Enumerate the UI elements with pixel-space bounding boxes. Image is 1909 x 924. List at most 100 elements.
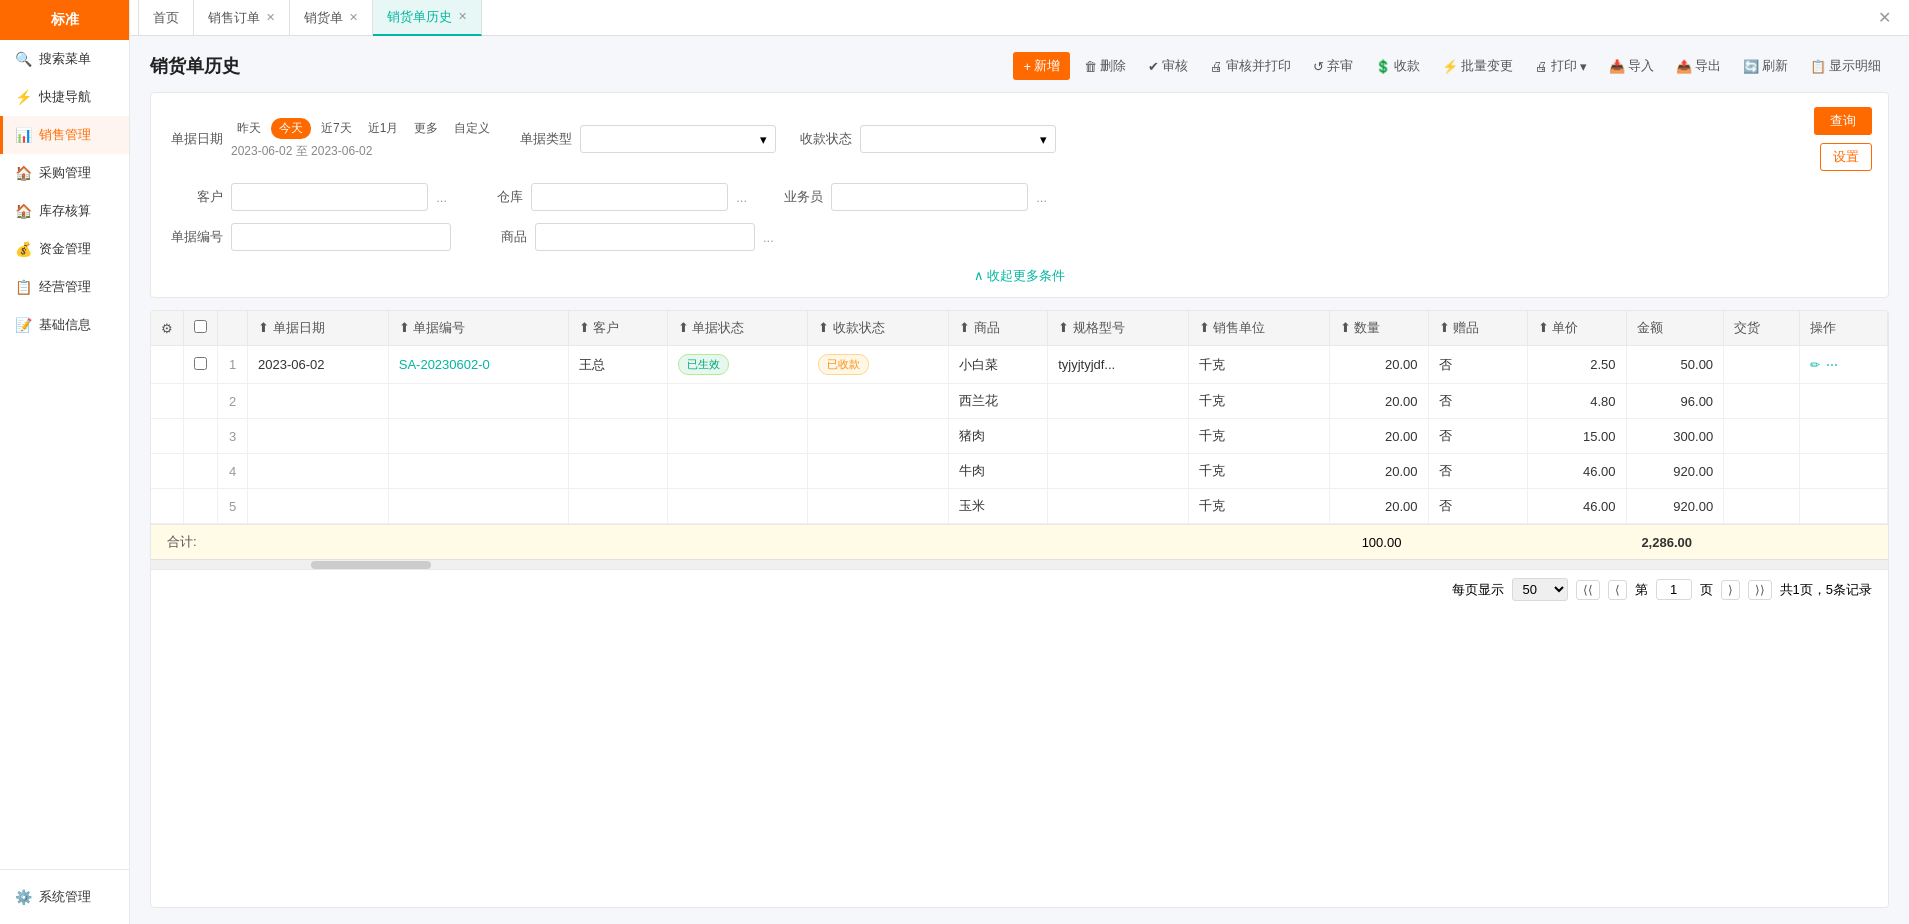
cell-checkbox[interactable] <box>184 384 218 419</box>
sidebar-item-basic-info[interactable]: 📝 基础信息 <box>0 306 129 344</box>
tab-home[interactable]: 首页 <box>138 0 194 36</box>
next-page-btn[interactable]: ⟩ <box>1721 580 1740 600</box>
filter-date: 单据日期 昨天 今天 近7天 近1月 更多 自定义 2023-06-02 至 2… <box>167 118 496 160</box>
cell-doc-status <box>667 419 808 454</box>
warehouse-more-btn[interactable]: ... <box>736 190 747 205</box>
delete-button[interactable]: 🗑 删除 <box>1076 53 1134 79</box>
print-button[interactable]: 🖨 打印 ▾ <box>1527 53 1595 79</box>
horizontal-scrollbar[interactable] <box>151 559 1888 569</box>
date-today-btn[interactable]: 今天 <box>271 118 311 139</box>
col-spec[interactable]: ⬆ 规格型号 <box>1048 311 1189 346</box>
col-doc-no[interactable]: ⬆ 单据编号 <box>388 311 568 346</box>
audit-print-icon: 🖨 <box>1210 59 1223 74</box>
sidebar-item-finance[interactable]: 💰 资金管理 <box>0 230 129 268</box>
export-button[interactable]: 📤 导出 <box>1668 53 1729 79</box>
audit-button[interactable]: ✔ 审核 <box>1140 53 1196 79</box>
col-price[interactable]: ⬆ 单价 <box>1527 311 1626 346</box>
cell-checkbox[interactable] <box>184 419 218 454</box>
tab-sales-history[interactable]: 销货单历史 ✕ <box>373 0 482 36</box>
prev-page-btn[interactable]: ⟨ <box>1608 580 1627 600</box>
cell-checkbox[interactable] <box>184 454 218 489</box>
col-qty[interactable]: ⬆ 数量 <box>1329 311 1428 346</box>
collect-button[interactable]: 💲 收款 <box>1367 53 1428 79</box>
date-yesterday-btn[interactable]: 昨天 <box>231 119 267 138</box>
doc-no-input[interactable] <box>231 223 451 251</box>
customer-input[interactable] <box>231 183 428 211</box>
col-pay-status[interactable]: ⬆ 收款状态 <box>808 311 949 346</box>
pay-status-select[interactable]: ▾ <box>860 125 1056 153</box>
import-button[interactable]: 📥 导入 <box>1601 53 1662 79</box>
date-1month-btn[interactable]: 近1月 <box>362 119 405 138</box>
last-page-btn[interactable]: ⟩⟩ <box>1748 580 1772 600</box>
tab-sales-order[interactable]: 销售订单 ✕ <box>194 0 290 36</box>
row-checkbox[interactable] <box>194 357 207 370</box>
customer-more-btn[interactable]: ... <box>436 190 447 205</box>
staff-input[interactable] <box>831 183 1028 211</box>
cell-checkbox[interactable] <box>184 346 218 384</box>
toolbar: + 新增 🗑 删除 ✔ 审核 🖨 审核并打印 ↺ 弃审 <box>1013 52 1889 80</box>
abandon-button[interactable]: ↺ 弃审 <box>1305 53 1361 79</box>
cell-checkbox[interactable] <box>184 489 218 524</box>
sidebar-item-label: 快捷导航 <box>39 88 91 106</box>
main-content: 首页 销售订单 ✕ 销货单 ✕ 销货单历史 ✕ ✕ 销货单历史 + 新增 <box>130 0 1909 924</box>
cell-price: 2.50 <box>1527 346 1626 384</box>
cell-price: 46.00 <box>1527 489 1626 524</box>
tab-sales-delivery[interactable]: 销货单 ✕ <box>290 0 373 36</box>
cell-doc-no <box>388 419 568 454</box>
query-button[interactable]: 查询 <box>1814 107 1872 135</box>
col-gift[interactable]: ⬆ 赠品 <box>1428 311 1527 346</box>
cell-action <box>1799 489 1887 524</box>
page-input[interactable] <box>1656 579 1692 600</box>
col-unit[interactable]: ⬆ 销售单位 <box>1188 311 1329 346</box>
setting-button[interactable]: 设置 <box>1820 143 1872 171</box>
sidebar-item-system-mgmt[interactable]: ⚙️ 系统管理 <box>0 878 129 916</box>
more-action-btn[interactable]: ⋯ <box>1826 358 1838 372</box>
pagination-bar: 每页显示 50 100 200 ⟨⟨ ⟨ 第 页 ⟩ ⟩⟩ 共1页，5条记录 <box>151 569 1888 609</box>
cell-doc-date: 2023-06-02 <box>248 346 389 384</box>
tab-sales-delivery-close[interactable]: ✕ <box>349 11 358 24</box>
batch-change-button[interactable]: ⚡ 批量变更 <box>1434 53 1521 79</box>
tab-sales-order-close[interactable]: ✕ <box>266 11 275 24</box>
new-button[interactable]: + 新增 <box>1013 52 1070 80</box>
staff-more-btn[interactable]: ... <box>1036 190 1047 205</box>
col-settings[interactable]: ⚙ <box>151 311 184 346</box>
data-table-container: ⚙ ⬆ 单据日期 ⬆ 单据编号 ⬆ 客户 ⬆ 单据状态 <box>150 310 1889 908</box>
warehouse-input[interactable] <box>531 183 728 211</box>
sidebar-item-purchase-mgmt[interactable]: 🏠 采购管理 <box>0 154 129 192</box>
sidebar-item-sales-mgmt[interactable]: 📊 销售管理 <box>0 116 129 154</box>
doc-status-badge: 已生效 <box>678 354 729 375</box>
doc-type-select[interactable]: ▾ <box>580 125 776 153</box>
filter-collapse-btn[interactable]: ∧ 收起更多条件 <box>167 263 1872 289</box>
refresh-button[interactable]: 🔄 刷新 <box>1735 53 1796 79</box>
col-doc-date[interactable]: ⬆ 单据日期 <box>248 311 389 346</box>
tab-sales-history-close[interactable]: ✕ <box>458 10 467 23</box>
sidebar-item-label: 销售管理 <box>39 126 91 144</box>
scrollbar-thumb[interactable] <box>311 561 431 569</box>
goods-input[interactable] <box>535 223 755 251</box>
sidebar-item-search-menu[interactable]: 🔍 搜索菜单 <box>0 40 129 78</box>
first-page-btn[interactable]: ⟨⟨ <box>1576 580 1600 600</box>
col-doc-status[interactable]: ⬆ 单据状态 <box>667 311 808 346</box>
total-info: 共1页，5条记录 <box>1780 581 1872 599</box>
sidebar-item-quick-nav[interactable]: ⚡ 快捷导航 <box>0 78 129 116</box>
col-checkbox[interactable] <box>184 311 218 346</box>
col-customer[interactable]: ⬆ 客户 <box>568 311 667 346</box>
show-detail-button[interactable]: 📋 显示明细 <box>1802 53 1889 79</box>
sidebar-item-operations[interactable]: 📋 经营管理 <box>0 268 129 306</box>
select-all-checkbox[interactable] <box>194 320 207 333</box>
date-more-btn[interactable]: 更多 <box>408 119 444 138</box>
window-close-button[interactable]: ✕ <box>1868 4 1901 31</box>
sidebar-item-label: 基础信息 <box>39 316 91 334</box>
cell-doc-no[interactable]: SA-20230602-0 <box>388 346 568 384</box>
col-goods[interactable]: ⬆ 商品 <box>949 311 1048 346</box>
audit-print-button[interactable]: 🖨 审核并打印 <box>1202 53 1299 79</box>
goods-more-btn[interactable]: ... <box>763 230 774 245</box>
edit-action-btn[interactable]: ✏ <box>1810 358 1820 372</box>
page-size-select[interactable]: 50 100 200 <box>1512 578 1568 601</box>
date-custom-btn[interactable]: 自定义 <box>448 119 496 138</box>
cell-settings <box>151 419 184 454</box>
sidebar-item-inventory[interactable]: 🏠 库存核算 <box>0 192 129 230</box>
date-7days-btn[interactable]: 近7天 <box>315 119 358 138</box>
cell-gift: 否 <box>1428 489 1527 524</box>
cell-action <box>1799 384 1887 419</box>
